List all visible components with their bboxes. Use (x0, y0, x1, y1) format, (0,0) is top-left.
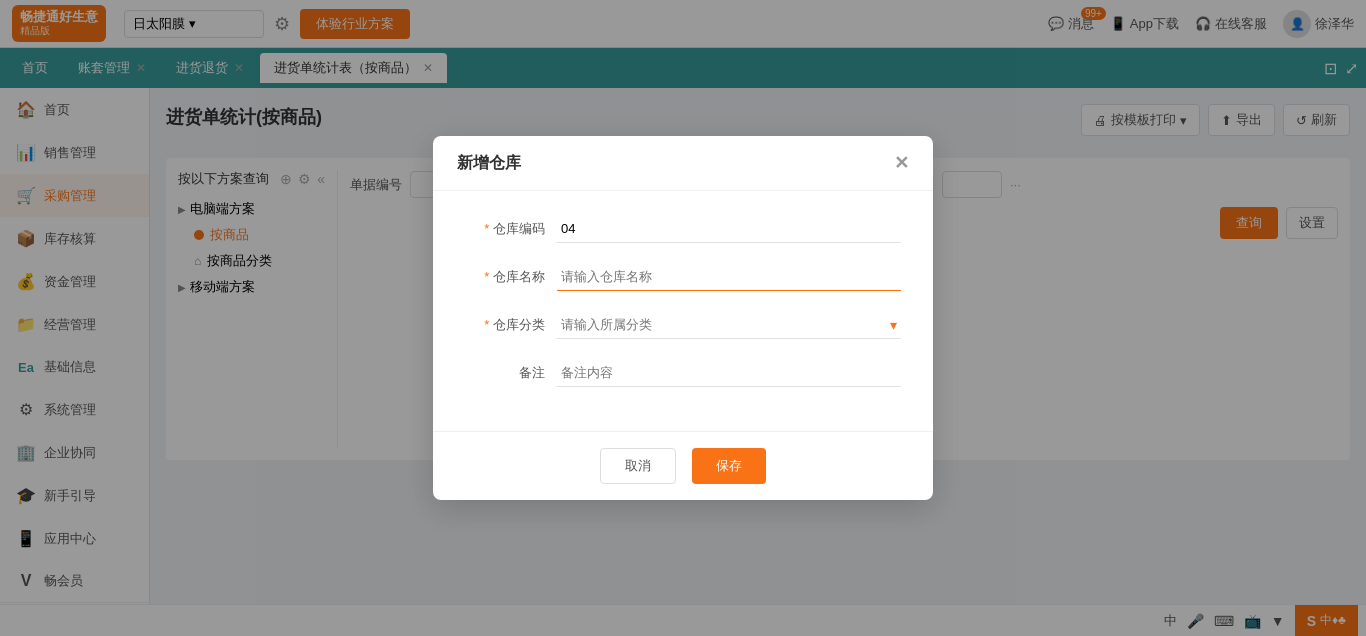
modal-title: 新增仓库 (457, 153, 521, 174)
add-warehouse-modal: 新增仓库 ✕ * 仓库编码 * 仓库名称 (433, 136, 933, 500)
modal-close-icon[interactable]: ✕ (894, 152, 909, 174)
save-button[interactable]: 保存 (692, 448, 766, 484)
form-row-category: * 仓库分类 ▾ (465, 311, 901, 339)
modal-body: * 仓库编码 * 仓库名称 * 仓库分类 (433, 191, 933, 431)
category-select-row[interactable]: ▾ (557, 311, 901, 339)
category-chevron-icon[interactable]: ▾ (890, 317, 901, 333)
name-label: * 仓库名称 (465, 268, 545, 286)
form-row-note: 备注 (465, 359, 901, 387)
name-input[interactable] (557, 263, 901, 291)
code-label: * 仓库编码 (465, 220, 545, 238)
form-row-name: * 仓库名称 (465, 263, 901, 291)
modal-header: 新增仓库 ✕ (433, 136, 933, 191)
category-label: * 仓库分类 (465, 316, 545, 334)
category-required-icon: * (484, 317, 489, 332)
form-row-code: * 仓库编码 (465, 215, 901, 243)
category-input[interactable] (557, 311, 890, 338)
modal-overlay: 新增仓库 ✕ * 仓库编码 * 仓库名称 (0, 0, 1366, 636)
note-input[interactable] (557, 359, 901, 387)
note-label: 备注 (465, 364, 545, 382)
modal-footer: 取消 保存 (433, 431, 933, 500)
cancel-button[interactable]: 取消 (600, 448, 676, 484)
name-required-icon: * (484, 269, 489, 284)
code-required-icon: * (484, 221, 489, 236)
code-input[interactable] (557, 215, 901, 243)
